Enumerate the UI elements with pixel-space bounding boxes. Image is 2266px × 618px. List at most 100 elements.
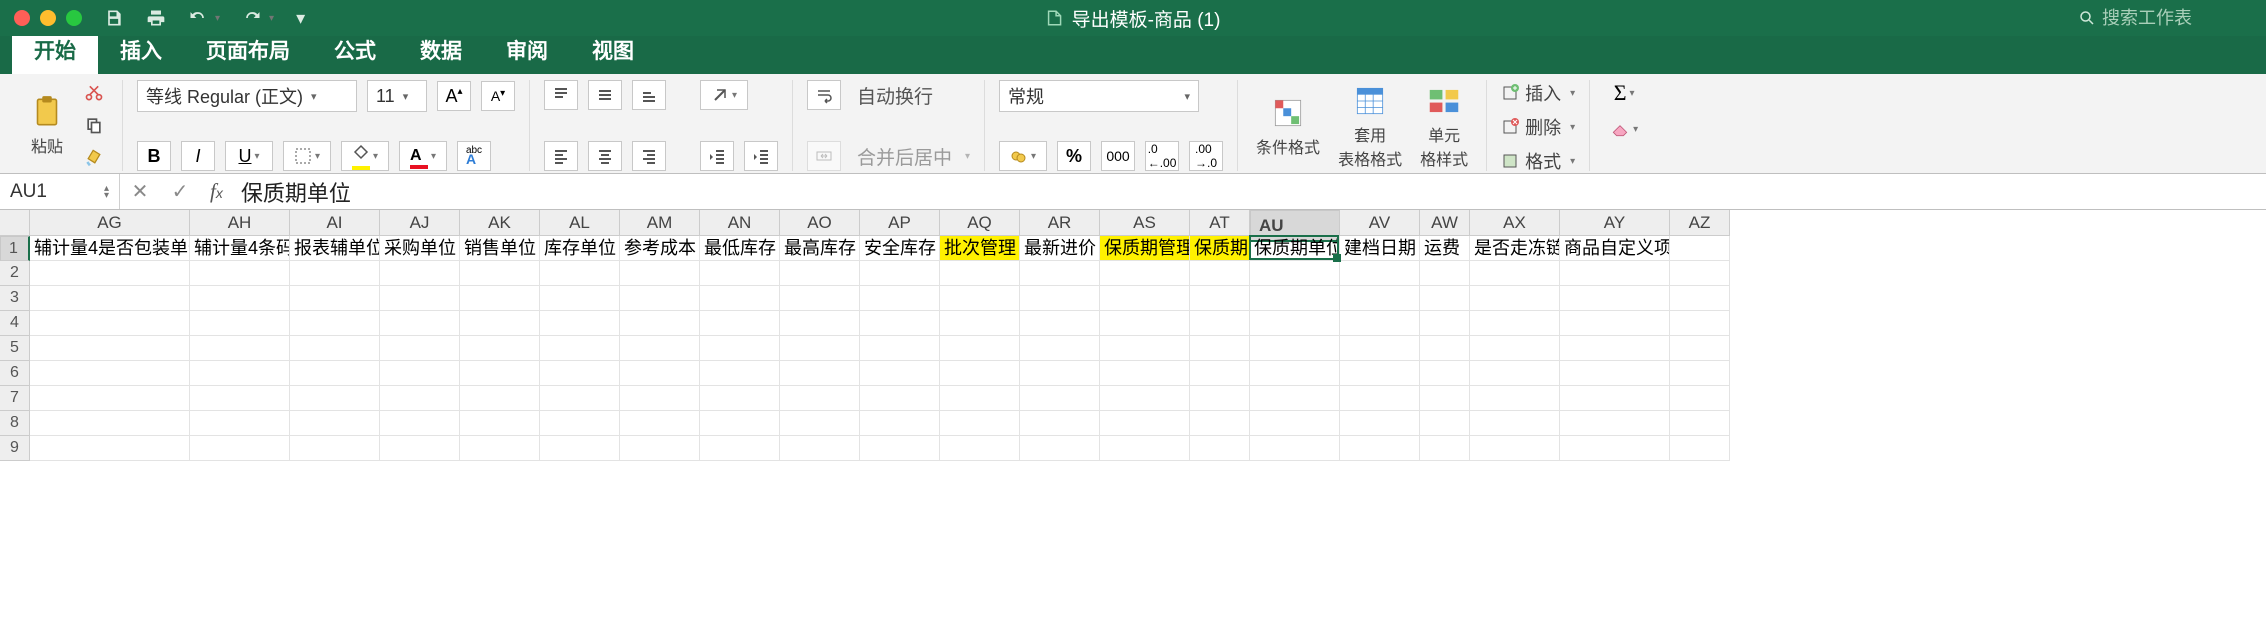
- cell-AP2[interactable]: [860, 261, 940, 286]
- cell-AW5[interactable]: [1420, 336, 1470, 361]
- cell-AG3[interactable]: [30, 286, 190, 311]
- cell-AH4[interactable]: [190, 311, 290, 336]
- cell-AQ3[interactable]: [940, 286, 1020, 311]
- cell-AH2[interactable]: [190, 261, 290, 286]
- cell-AI9[interactable]: [290, 436, 380, 461]
- column-header-AH[interactable]: AH: [190, 210, 290, 236]
- cell-AU5[interactable]: [1250, 336, 1340, 361]
- cell-AP4[interactable]: [860, 311, 940, 336]
- font-name-select[interactable]: 等线 Regular (正文)▾: [137, 80, 357, 112]
- cell-AL4[interactable]: [540, 311, 620, 336]
- cell-AH5[interactable]: [190, 336, 290, 361]
- cell-AS8[interactable]: [1100, 411, 1190, 436]
- font-color-button[interactable]: A▾: [399, 141, 447, 171]
- cell-AP6[interactable]: [860, 361, 940, 386]
- cell-AJ8[interactable]: [380, 411, 460, 436]
- cell-AH8[interactable]: [190, 411, 290, 436]
- column-header-AY[interactable]: AY: [1560, 210, 1670, 236]
- cut-button[interactable]: [80, 80, 108, 106]
- cell-AW1[interactable]: 运费: [1420, 236, 1470, 261]
- autosum-button[interactable]: Σ▾: [1604, 80, 1644, 106]
- cell-AR3[interactable]: [1020, 286, 1100, 311]
- cell-AY9[interactable]: [1560, 436, 1670, 461]
- cell-AY1[interactable]: 商品自定义项: [1560, 236, 1670, 261]
- print-button[interactable]: [146, 8, 166, 28]
- italic-button[interactable]: I: [181, 141, 215, 171]
- cell-AK1[interactable]: 销售单位: [460, 236, 540, 261]
- cell-AV9[interactable]: [1340, 436, 1420, 461]
- row-header-7[interactable]: 7: [0, 386, 30, 411]
- cell-AJ5[interactable]: [380, 336, 460, 361]
- cell-grid[interactable]: 辅计量4是否包装单位辅计量4条码报表辅单位采购单位销售单位库存单位参考成本最低库…: [30, 236, 1730, 461]
- increase-font-button[interactable]: A▴: [437, 81, 471, 111]
- row-header-4[interactable]: 4: [0, 311, 30, 336]
- cell-AI4[interactable]: [290, 311, 380, 336]
- cell-AX6[interactable]: [1470, 361, 1560, 386]
- search-box[interactable]: [2078, 8, 2252, 29]
- cell-AG7[interactable]: [30, 386, 190, 411]
- column-header-AN[interactable]: AN: [700, 210, 780, 236]
- clear-button[interactable]: ▾: [1604, 116, 1644, 142]
- column-header-AJ[interactable]: AJ: [380, 210, 460, 236]
- number-format-select[interactable]: 常规▾: [999, 80, 1199, 112]
- column-header-AV[interactable]: AV: [1340, 210, 1420, 236]
- cell-AR6[interactable]: [1020, 361, 1100, 386]
- cell-AH7[interactable]: [190, 386, 290, 411]
- format-as-table-button[interactable]: 套用 表格格式: [1334, 82, 1406, 170]
- cell-AM9[interactable]: [620, 436, 700, 461]
- cell-AP5[interactable]: [860, 336, 940, 361]
- increase-decimal-button[interactable]: .0←.00: [1145, 141, 1179, 171]
- row-header-8[interactable]: 8: [0, 411, 30, 436]
- cell-AK7[interactable]: [460, 386, 540, 411]
- cell-AV8[interactable]: [1340, 411, 1420, 436]
- underline-button[interactable]: U▾: [225, 141, 273, 171]
- cell-AZ5[interactable]: [1670, 336, 1730, 361]
- cell-AI6[interactable]: [290, 361, 380, 386]
- cell-AN7[interactable]: [700, 386, 780, 411]
- align-middle-button[interactable]: [588, 80, 622, 110]
- paste-button[interactable]: 粘贴: [24, 93, 70, 157]
- cell-AW3[interactable]: [1420, 286, 1470, 311]
- cell-AS3[interactable]: [1100, 286, 1190, 311]
- cell-AG9[interactable]: [30, 436, 190, 461]
- cell-AO4[interactable]: [780, 311, 860, 336]
- cell-AK4[interactable]: [460, 311, 540, 336]
- row-header-1[interactable]: 1: [0, 236, 30, 261]
- cell-AU9[interactable]: [1250, 436, 1340, 461]
- column-header-AR[interactable]: AR: [1020, 210, 1100, 236]
- cell-AX9[interactable]: [1470, 436, 1560, 461]
- align-top-button[interactable]: [544, 80, 578, 110]
- cell-AV1[interactable]: 建档日期: [1340, 236, 1420, 261]
- column-header-AW[interactable]: AW: [1420, 210, 1470, 236]
- cell-AH3[interactable]: [190, 286, 290, 311]
- cell-AT9[interactable]: [1190, 436, 1250, 461]
- cell-AQ1[interactable]: 批次管理: [940, 236, 1020, 261]
- cell-AZ7[interactable]: [1670, 386, 1730, 411]
- decrease-decimal-button[interactable]: .00→.0: [1189, 141, 1223, 171]
- cell-AU7[interactable]: [1250, 386, 1340, 411]
- cell-AT7[interactable]: [1190, 386, 1250, 411]
- column-header-AQ[interactable]: AQ: [940, 210, 1020, 236]
- search-input[interactable]: [2102, 8, 2252, 29]
- percent-button[interactable]: %: [1057, 141, 1091, 171]
- cell-AQ5[interactable]: [940, 336, 1020, 361]
- cell-AM7[interactable]: [620, 386, 700, 411]
- column-header-AM[interactable]: AM: [620, 210, 700, 236]
- row-header-9[interactable]: 9: [0, 436, 30, 461]
- formula-input[interactable]: [233, 179, 2266, 205]
- cell-AO2[interactable]: [780, 261, 860, 286]
- cell-AX1[interactable]: 是否走冻链: [1470, 236, 1560, 261]
- cell-AG5[interactable]: [30, 336, 190, 361]
- cell-AW4[interactable]: [1420, 311, 1470, 336]
- cell-AS9[interactable]: [1100, 436, 1190, 461]
- cell-AJ9[interactable]: [380, 436, 460, 461]
- cell-AH1[interactable]: 辅计量4条码: [190, 236, 290, 261]
- cell-AP8[interactable]: [860, 411, 940, 436]
- cell-AM1[interactable]: 参考成本: [620, 236, 700, 261]
- cell-AO5[interactable]: [780, 336, 860, 361]
- column-header-AK[interactable]: AK: [460, 210, 540, 236]
- cell-AS7[interactable]: [1100, 386, 1190, 411]
- cell-AT5[interactable]: [1190, 336, 1250, 361]
- merge-center-button[interactable]: [807, 141, 841, 171]
- column-header-AP[interactable]: AP: [860, 210, 940, 236]
